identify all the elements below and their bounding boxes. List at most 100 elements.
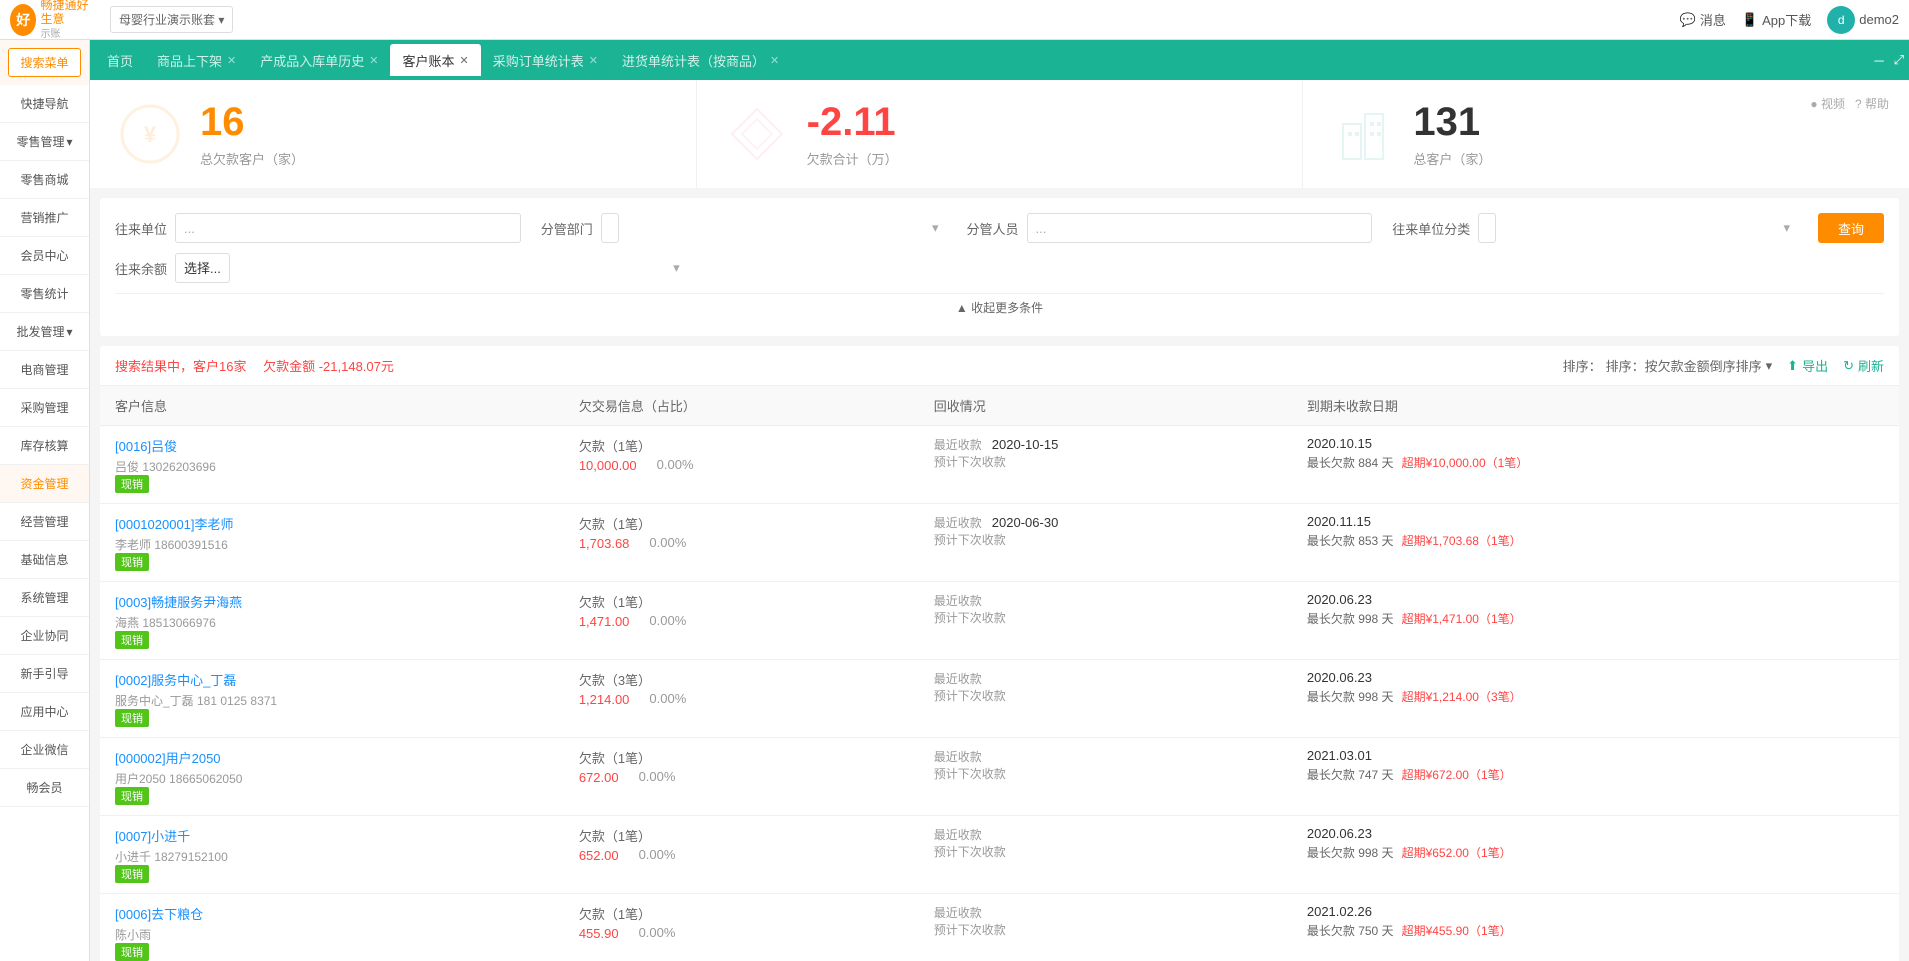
close-icon[interactable]: ✕ — [589, 54, 598, 67]
close-icon[interactable]: ✕ — [770, 54, 779, 67]
overdue-amount-link[interactable]: 超期¥1,471.00（1笔） — [1402, 610, 1522, 627]
sidebar-item-basic-info[interactable]: 基础信息 — [0, 541, 89, 579]
sidebar-item-marketing[interactable]: 营销推广 — [0, 199, 89, 237]
sidebar-item-wholesale[interactable]: 批发管理 ▾ — [0, 313, 89, 351]
user-menu[interactable]: d demo2 — [1827, 6, 1899, 34]
sidebar-item-operations[interactable]: 经营管理 — [0, 503, 89, 541]
stat-card-total-customers: ● 视频 ? 帮助 — [1303, 80, 1909, 188]
person-input[interactable]: ... — [1027, 213, 1373, 243]
tab-purchase-by-product[interactable]: 进货单统计表（按商品） ✕ — [610, 44, 791, 76]
sidebar-item-member[interactable]: 会员中心 — [0, 237, 89, 275]
search-button[interactable]: 查询 — [1818, 213, 1884, 243]
sidebar-item-retail-mgmt[interactable]: 零售管理 ▾ — [0, 123, 89, 161]
debt-count: 欠款（1笔） — [579, 514, 904, 533]
tab-home[interactable]: 首页 — [95, 44, 145, 76]
debt-count: 欠款（1笔） — [579, 748, 904, 767]
last-collection-label: 最近收款 — [934, 670, 982, 687]
debt-count: 欠款（1笔） — [579, 436, 904, 455]
tab-product-history[interactable]: 产成品入库单历史 ✕ — [248, 44, 390, 76]
dept-select[interactable] — [601, 213, 619, 243]
debt-count: 欠款（1笔） — [579, 592, 904, 611]
chevron-down-icon: ▾ — [218, 13, 224, 27]
video-btn[interactable]: ● 视频 — [1810, 95, 1845, 112]
sidebar-item-system[interactable]: 系统管理 — [0, 579, 89, 617]
chevron-down-icon: ▾ — [66, 135, 72, 149]
customer-name-link[interactable]: [000002]用户2050 — [115, 748, 549, 767]
customer-name-link[interactable]: [0016]吕俊 — [115, 436, 549, 455]
sidebar-item-wechat[interactable]: 企业微信 — [0, 731, 89, 769]
svg-text:¥: ¥ — [144, 122, 157, 147]
overdue-amount-link[interactable]: 超期¥1,214.00（3笔） — [1402, 688, 1522, 705]
collapse-btn[interactable]: ▲ 收起更多条件 — [115, 293, 1884, 321]
cell-debt-2: 欠款（1笔） 1,471.00 0.00% — [564, 582, 919, 660]
export-icon: ⬆ — [1787, 358, 1798, 374]
close-icon[interactable]: ✕ — [460, 54, 469, 67]
overdue-amount-link[interactable]: 超期¥652.00（1笔） — [1402, 844, 1512, 861]
cell-due-5: 2020.06.23 最长欠款 998 天 超期¥652.00（1笔） — [1292, 816, 1899, 894]
total-customers-number: 131 — [1413, 100, 1491, 145]
customer-name-link[interactable]: [0006]去下粮仓 — [115, 904, 549, 923]
refresh-btn[interactable]: ↻ 刷新 — [1843, 356, 1884, 375]
debt-amount[interactable]: 1,471.00 — [579, 614, 630, 629]
overdue-amount-link[interactable]: 超期¥10,000.00（1笔） — [1402, 454, 1529, 471]
due-date: 2021.03.01 — [1307, 748, 1884, 763]
avatar: d — [1827, 6, 1855, 34]
overdue-amount-link[interactable]: 超期¥1,703.68（1笔） — [1402, 532, 1522, 549]
maximize-icon[interactable]: ⤢ — [1894, 52, 1904, 68]
sidebar-item-finance[interactable]: 资金管理 — [0, 465, 89, 503]
customer-contact: 海燕 18513066976 — [115, 614, 549, 631]
debt-amount[interactable]: 1,214.00 — [579, 692, 630, 707]
customer-tag: 现销 — [115, 709, 149, 727]
overdue-amount-link[interactable]: 超期¥672.00（1笔） — [1402, 766, 1512, 783]
yuan-icon: ¥ — [120, 104, 180, 164]
search-label[interactable]: 搜索菜单 — [8, 48, 81, 77]
sidebar-item-retail-stats[interactable]: 零售统计 — [0, 275, 89, 313]
sidebar-item-inventory[interactable]: 库存核算 — [0, 427, 89, 465]
debt-amount[interactable]: 1,703.68 — [579, 536, 630, 551]
data-table: 客户信息 欠交易信息（占比） 回收情况 到期未收款日期 [0016]吕俊 吕俊 … — [100, 386, 1899, 961]
debt-amount[interactable]: 672.00 — [579, 770, 619, 785]
debt-percent: 0.00% — [657, 457, 694, 472]
industry-select[interactable]: 母婴行业演示账套 ▾ — [110, 6, 233, 33]
sidebar-item-quick-nav[interactable]: 快捷导航 — [0, 85, 89, 123]
customer-name-link[interactable]: [0003]畅捷服务尹海燕 — [115, 592, 549, 611]
overdue-amount-link[interactable]: 超期¥455.90（1笔） — [1402, 922, 1512, 939]
close-icon[interactable]: ✕ — [227, 54, 236, 67]
debt-count: 欠款（1笔） — [579, 904, 904, 923]
sidebar-item-member-plus[interactable]: 畅会员 — [0, 769, 89, 807]
debt-amount[interactable]: 10,000.00 — [579, 458, 637, 473]
source-type-select[interactable] — [1478, 213, 1496, 243]
search-menu-btn[interactable]: 搜索菜单 — [0, 40, 89, 85]
tab-purchase-stats[interactable]: 采购订单统计表 ✕ — [481, 44, 610, 76]
cell-collection-3: 最近收款 预计下次收款 — [919, 660, 1292, 738]
close-icon[interactable]: ✕ — [369, 54, 378, 67]
minimize-icon[interactable]: － — [1873, 51, 1886, 70]
help-btn[interactable]: ? 帮助 — [1855, 95, 1889, 112]
debt-amount[interactable]: 652.00 — [579, 848, 619, 863]
debt-amount[interactable]: 455.90 — [579, 926, 619, 941]
tab-customer-ledger[interactable]: 客户账本 ✕ — [390, 44, 480, 76]
overdue-days: 最长欠款 750 天 — [1307, 922, 1394, 939]
customer-name-link[interactable]: [0001020001]李老师 — [115, 514, 549, 533]
balance-select[interactable]: 选择... — [175, 253, 230, 283]
cell-collection-0: 最近收款 2020-10-15 预计下次收款 — [919, 426, 1292, 504]
export-btn[interactable]: ⬆ 导出 — [1787, 356, 1828, 375]
sidebar-item-apps[interactable]: 应用中心 — [0, 693, 89, 731]
customer-name-link[interactable]: [0007]小进千 — [115, 826, 549, 845]
sidebar-item-ecommerce[interactable]: 电商管理 — [0, 351, 89, 389]
filter-balance-label: 往来余额 — [115, 259, 167, 278]
results-summary: 搜索结果中，客户16家 欠款金额 -21,148.07元 — [115, 356, 394, 375]
last-collection-date: 2020-10-15 — [992, 437, 1059, 452]
app-download-btn[interactable]: 📱 App下载 — [1742, 10, 1811, 29]
sidebar-item-enterprise[interactable]: 企业协同 — [0, 617, 89, 655]
cell-due-3: 2020.06.23 最长欠款 998 天 超期¥1,214.00（3笔） — [1292, 660, 1899, 738]
results-actions: 排序： 排序：按欠款金额倒序排序 ▾ ⬆ 导出 ↻ 刷新 — [1563, 356, 1884, 375]
tab-product-listing[interactable]: 商品上下架 ✕ — [145, 44, 248, 76]
sidebar-item-purchase[interactable]: 采购管理 — [0, 389, 89, 427]
sidebar-item-retail-store[interactable]: 零售商城 — [0, 161, 89, 199]
source-unit-input[interactable]: ... — [175, 213, 521, 243]
message-btn[interactable]: 💬 消息 — [1680, 10, 1726, 29]
sidebar-item-newbie[interactable]: 新手引导 — [0, 655, 89, 693]
sort-select[interactable]: 排序： 排序：按欠款金额倒序排序 ▾ — [1563, 356, 1773, 375]
customer-name-link[interactable]: [0002]服务中心_丁磊 — [115, 670, 549, 689]
